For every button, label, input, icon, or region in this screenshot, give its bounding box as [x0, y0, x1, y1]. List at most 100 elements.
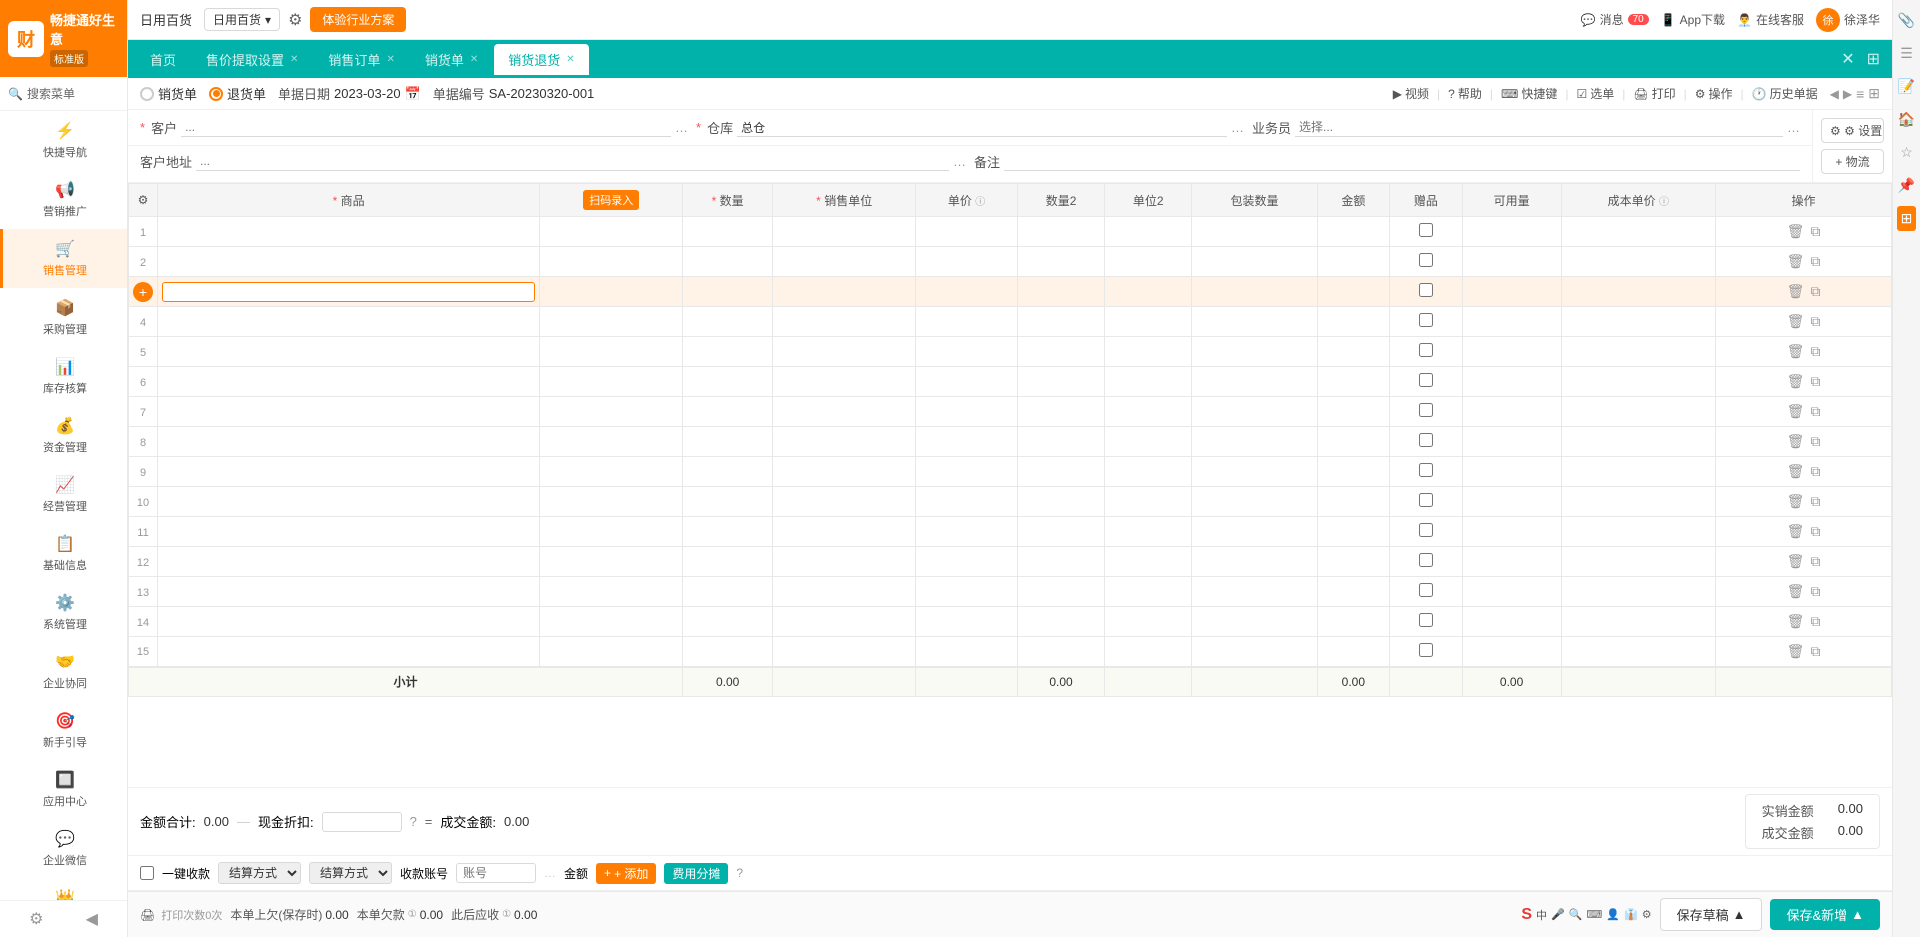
- discount-input[interactable]: [322, 812, 402, 832]
- gift-checkbox[interactable]: [1419, 583, 1433, 597]
- pack-qty-cell[interactable]: [1192, 607, 1317, 637]
- warehouse-input[interactable]: [737, 118, 1227, 137]
- cost-price-cell[interactable]: [1561, 547, 1716, 577]
- product-cell[interactable]: [158, 637, 540, 667]
- gift-checkbox[interactable]: [1419, 613, 1433, 627]
- copy-icon[interactable]: ⧉: [1810, 403, 1820, 420]
- unit-price-cell[interactable]: [916, 457, 1018, 487]
- product-cell[interactable]: [158, 487, 540, 517]
- product-cell[interactable]: [158, 397, 540, 427]
- product-cell[interactable]: [158, 247, 540, 277]
- pack-qty-cell[interactable]: [1192, 307, 1317, 337]
- delete-icon[interactable]: 🗑: [1787, 403, 1805, 420]
- gift-checkbox[interactable]: [1419, 463, 1433, 477]
- unit2-cell[interactable]: [1105, 277, 1192, 307]
- sales-unit-cell[interactable]: [773, 637, 916, 667]
- pack-qty-cell[interactable]: [1192, 427, 1317, 457]
- unit-price-cell[interactable]: [916, 577, 1018, 607]
- available-cell[interactable]: [1462, 367, 1561, 397]
- action-print[interactable]: 🖨 打印: [1633, 85, 1675, 102]
- delivery-radio[interactable]: 销货单: [140, 84, 197, 103]
- unit-price-cell[interactable]: [916, 367, 1018, 397]
- action-select[interactable]: ☑ 选单: [1576, 85, 1614, 102]
- customer-input[interactable]: [181, 118, 671, 137]
- product-cell[interactable]: [158, 577, 540, 607]
- save-new-btn[interactable]: 保存&新增 ▲: [1770, 899, 1880, 930]
- unit2-cell[interactable]: [1105, 397, 1192, 427]
- staff-input[interactable]: [1295, 118, 1783, 137]
- unit-price-cell[interactable]: [916, 337, 1018, 367]
- topbar-dropdown[interactable]: 日用百货 ▾: [204, 8, 280, 31]
- copy-icon[interactable]: ⧉: [1810, 643, 1820, 660]
- pack-qty-cell[interactable]: [1192, 397, 1317, 427]
- unit2-cell[interactable]: [1105, 337, 1192, 367]
- sidebar-item-appstore[interactable]: 🔲 应用中心: [0, 760, 127, 819]
- copy-icon[interactable]: ⧉: [1810, 553, 1820, 570]
- available-cell[interactable]: [1462, 637, 1561, 667]
- tab-order-close[interactable]: ✕: [386, 54, 394, 65]
- settings-btn[interactable]: ⚙ ⚙ 设置: [1821, 118, 1884, 143]
- shirt-icon[interactable]: 👔: [1624, 908, 1638, 921]
- quantity2-cell[interactable]: [1017, 277, 1104, 307]
- copy-icon[interactable]: ⧉: [1810, 523, 1820, 540]
- search-menu[interactable]: 🔍 搜索菜单: [0, 77, 127, 111]
- copy-icon[interactable]: ⧉: [1810, 433, 1820, 450]
- delete-icon[interactable]: 🗑: [1787, 463, 1805, 480]
- delete-icon[interactable]: 🗑: [1787, 583, 1805, 600]
- sidebar-item-newguide[interactable]: 🎯 新手引导: [0, 701, 127, 760]
- cost-price-cell[interactable]: [1561, 607, 1716, 637]
- cost-price-cell[interactable]: [1561, 277, 1716, 307]
- tab-sales-return[interactable]: 销货退货 ✕: [494, 44, 588, 75]
- unit-price-cell[interactable]: [916, 247, 1018, 277]
- amount-cell[interactable]: [1317, 367, 1390, 397]
- addr-more-icon[interactable]: …: [953, 154, 966, 169]
- cn-icon[interactable]: 中: [1536, 907, 1547, 923]
- product-cell[interactable]: [158, 367, 540, 397]
- action-operations[interactable]: ⚙ 操作: [1695, 85, 1733, 102]
- amount-cell[interactable]: [1317, 427, 1390, 457]
- amount-cell[interactable]: [1317, 397, 1390, 427]
- pack-qty-cell[interactable]: [1192, 487, 1317, 517]
- delete-icon[interactable]: 🗑: [1787, 283, 1805, 300]
- quantity-cell[interactable]: [683, 607, 773, 637]
- calendar-icon[interactable]: 📅: [405, 86, 421, 102]
- warehouse-more-icon[interactable]: …: [1231, 120, 1244, 135]
- quantity2-cell[interactable]: [1017, 517, 1104, 547]
- gift-checkbox[interactable]: [1419, 523, 1433, 537]
- pack-qty-cell[interactable]: [1192, 517, 1317, 547]
- delete-icon[interactable]: 🗑: [1787, 523, 1805, 540]
- panel-icon-3[interactable]: 📝: [1894, 74, 1919, 99]
- sales-unit-cell[interactable]: [773, 427, 916, 457]
- sales-unit-cell[interactable]: [773, 397, 916, 427]
- sales-unit-cell[interactable]: [773, 307, 916, 337]
- prev-page-icon[interactable]: ◀: [1830, 87, 1839, 101]
- available-cell[interactable]: [1462, 397, 1561, 427]
- amount-cell[interactable]: [1317, 307, 1390, 337]
- tab-price-close[interactable]: ✕: [290, 54, 298, 65]
- amount-cell[interactable]: [1317, 607, 1390, 637]
- sales-unit-cell[interactable]: [773, 217, 916, 247]
- quantity-cell[interactable]: [683, 457, 773, 487]
- delete-icon[interactable]: 🗑: [1787, 553, 1805, 570]
- sales-unit-cell[interactable]: [773, 577, 916, 607]
- copy-icon[interactable]: ⧉: [1810, 583, 1820, 600]
- tab-return-close[interactable]: ✕: [566, 54, 574, 65]
- quantity2-cell[interactable]: [1017, 577, 1104, 607]
- cost-info-icon[interactable]: ⓘ: [1659, 197, 1669, 208]
- amount-cell[interactable]: [1317, 247, 1390, 277]
- quantity2-cell[interactable]: [1017, 607, 1104, 637]
- unit-price-cell[interactable]: [916, 607, 1018, 637]
- available-cell[interactable]: [1462, 277, 1561, 307]
- customer-more-icon[interactable]: …: [675, 120, 688, 135]
- copy-icon[interactable]: ⧉: [1810, 463, 1820, 480]
- remark-input[interactable]: [1004, 152, 1800, 171]
- quantity-cell[interactable]: [683, 337, 773, 367]
- unit2-cell[interactable]: [1105, 547, 1192, 577]
- product-cell[interactable]: [158, 607, 540, 637]
- tab-close-btn[interactable]: ✕: [1837, 47, 1858, 71]
- amount-cell[interactable]: [1317, 217, 1390, 247]
- amount-cell[interactable]: [1317, 577, 1390, 607]
- sales-unit-cell[interactable]: [773, 457, 916, 487]
- unit-price-cell[interactable]: [916, 217, 1018, 247]
- staff-more-icon[interactable]: …: [1787, 120, 1800, 135]
